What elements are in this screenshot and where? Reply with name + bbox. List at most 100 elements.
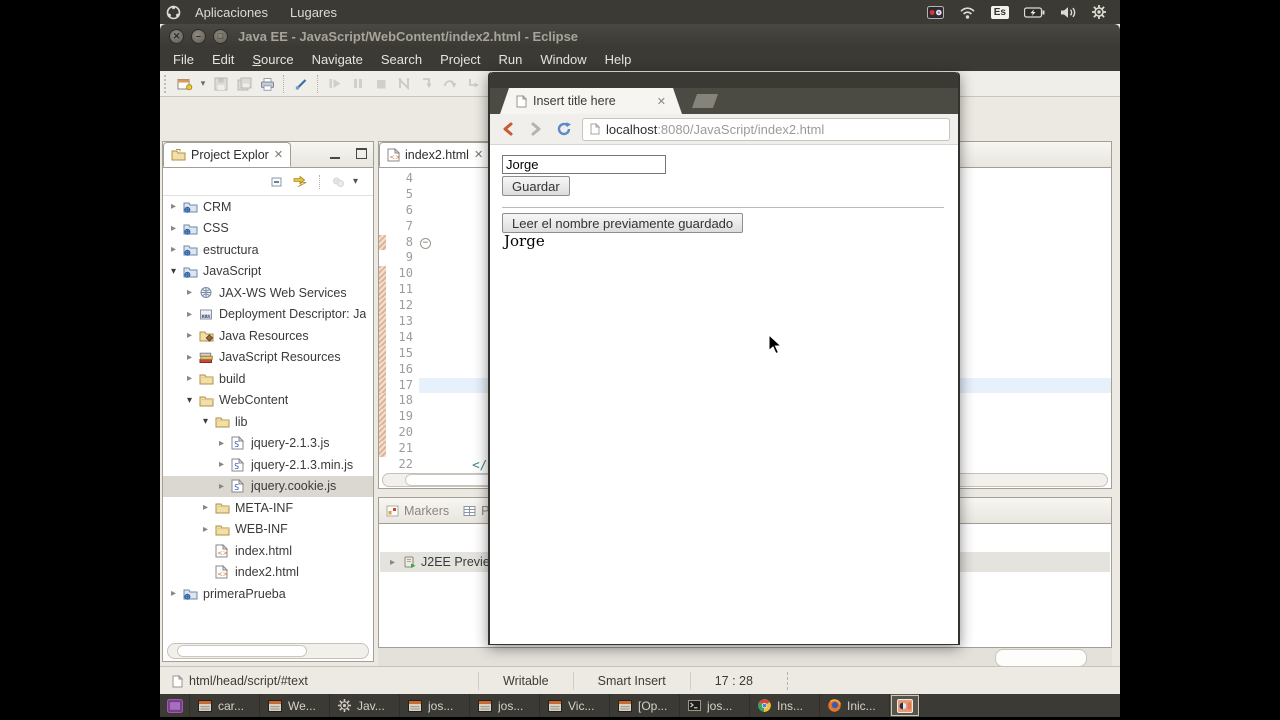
tree-item-java-resources[interactable]: ▸ Java Resources [163, 325, 373, 347]
tree-item-javascript[interactable]: ▾ JavaScript [163, 261, 373, 283]
taskbar-item-workspace[interactable] [160, 694, 190, 717]
taskbar-item-inic-[interactable]: Inic... [820, 694, 890, 717]
servers-hscrollbar-thumb[interactable] [995, 649, 1087, 667]
disconnect-button[interactable] [394, 74, 414, 94]
window-close-button[interactable]: ✕ [169, 28, 184, 44]
taskbar-item-ins-[interactable]: Ins... [750, 694, 820, 717]
expand-arrow-icon[interactable]: ▸ [184, 287, 195, 298]
taskbar-item-we-[interactable]: We... [260, 694, 330, 717]
reload-button[interactable] [554, 119, 574, 139]
tree-item-javascript-resources[interactable]: ▸ JavaScript Resources [163, 347, 373, 369]
forward-button[interactable] [526, 119, 546, 139]
taskbar-item-jos-[interactable]: jos... [470, 694, 540, 717]
tree-item-index2-html[interactable]: <> index2.html [163, 562, 373, 584]
menu-lugares[interactable]: Lugares [282, 3, 345, 22]
toolbar-drag-handle[interactable] [164, 74, 170, 93]
taskbar-item--op-[interactable]: [Op... [610, 694, 680, 717]
tree-item-meta-inf[interactable]: ▸ META-INF [163, 497, 373, 519]
menu-navigate[interactable]: Navigate [303, 50, 372, 69]
menu-project[interactable]: Project [431, 50, 489, 69]
menu-file[interactable]: File [164, 50, 203, 69]
close-tab-icon[interactable]: ✕ [274, 148, 283, 161]
taskbar-item-jos-[interactable]: jos... [680, 694, 750, 717]
menu-help[interactable]: Help [596, 50, 641, 69]
expand-arrow-icon[interactable]: ▸ [200, 502, 211, 513]
step-over-button[interactable] [440, 74, 460, 94]
expand-arrow-icon[interactable]: ▸ [168, 244, 179, 255]
expand-arrow-icon[interactable]: ▸ [168, 588, 179, 599]
new-wizard-button[interactable] [175, 74, 195, 94]
taskbar-item-car-[interactable]: car... [190, 694, 260, 717]
browser-tab[interactable]: Insert title here ✕ [500, 88, 682, 114]
ubuntu-logo-icon[interactable] [166, 5, 181, 20]
tab-project-explorer[interactable]: Project Explor ✕ [163, 142, 292, 167]
minimize-view-button[interactable] [330, 149, 340, 159]
save-button[interactable] [211, 74, 231, 94]
tree-item-web-inf[interactable]: ▸ WEB-INF [163, 519, 373, 541]
expand-arrow-icon[interactable]: ▸ [168, 223, 179, 234]
collapse-all-button[interactable] [270, 175, 284, 188]
resume-button[interactable] [325, 74, 345, 94]
step-return-button[interactable] [463, 74, 483, 94]
tree-item-jquery-cookie-js[interactable]: ▸ Sjquery.cookie.js [163, 475, 373, 497]
tree-item-lib[interactable]: ▾ lib [163, 411, 373, 433]
tree-item-primeraprueba[interactable]: ▸ primeraPrueba [163, 583, 373, 605]
view-filter-icon[interactable] [332, 176, 345, 188]
collapse-arrow-icon[interactable]: ▾ [184, 395, 195, 406]
tree-item-jax-ws-web-services[interactable]: ▸ JAX-WS Web Services [163, 282, 373, 304]
expand-arrow-icon[interactable]: ▸ [184, 352, 195, 363]
project-explorer-hscrollbar[interactable] [167, 643, 369, 659]
close-tab-icon[interactable]: ✕ [474, 148, 483, 161]
name-input[interactable]: Jorge [502, 155, 666, 174]
maximize-view-button[interactable] [356, 148, 367, 159]
link-with-editor-button[interactable] [292, 175, 308, 188]
tree-item-estructura[interactable]: ▸ estructura [163, 239, 373, 261]
tree-item-jquery-2-1-3-min-js[interactable]: ▸ Sjquery-2.1.3.min.js [163, 454, 373, 476]
menu-edit[interactable]: Edit [203, 50, 243, 69]
taskbar-item-jos-[interactable]: jos... [400, 694, 470, 717]
battery-icon[interactable] [1024, 6, 1045, 18]
window-minimize-button[interactable]: – [191, 28, 206, 44]
expand-arrow-icon[interactable]: ▸ [184, 309, 195, 320]
expand-arrow-icon[interactable]: ▸ [200, 524, 211, 535]
leer-button[interactable]: Leer el nombre previamente guardado [502, 213, 744, 233]
expand-arrow-icon[interactable]: ▸ [216, 481, 227, 492]
tree-item-build[interactable]: ▸ build [163, 368, 373, 390]
volume-icon[interactable] [1060, 6, 1077, 19]
save-all-button[interactable] [234, 74, 254, 94]
back-button[interactable] [498, 119, 518, 139]
fold-collapse-icon[interactable]: − [419, 235, 433, 251]
expand-arrow-icon[interactable]: ▸ [387, 557, 398, 568]
print-button[interactable] [257, 74, 277, 94]
menu-search[interactable]: Search [372, 50, 431, 69]
tree-item-css[interactable]: ▸ CSS [163, 218, 373, 240]
terminate-button[interactable] [371, 74, 391, 94]
skip-all-breakpoints-button[interactable] [291, 74, 311, 94]
expand-arrow-icon[interactable]: ▸ [216, 459, 227, 470]
collapse-arrow-icon[interactable]: ▾ [200, 416, 211, 427]
new-wizard-dropdown[interactable]: ▾ [198, 74, 208, 94]
tab-index2-html[interactable]: <> index2.html ✕ [379, 142, 492, 167]
taskbar-item-vic-[interactable]: Vic... [540, 694, 610, 717]
expand-arrow-icon[interactable]: ▸ [184, 330, 195, 341]
menu-aplicaciones[interactable]: Aplicaciones [187, 3, 276, 22]
close-tab-icon[interactable]: ✕ [657, 95, 666, 108]
tab-markers[interactable]: Markers [379, 498, 456, 523]
expand-arrow-icon[interactable]: ▸ [168, 201, 179, 212]
keyboard-layout-indicator[interactable]: Es [990, 5, 1009, 19]
session-gear-icon[interactable] [1092, 5, 1106, 19]
menu-window[interactable]: Window [531, 50, 595, 69]
browser-window-top-edge[interactable] [490, 72, 958, 88]
expand-arrow-icon[interactable]: ▸ [216, 438, 227, 449]
new-tab-button[interactable] [692, 94, 718, 108]
step-into-button[interactable] [417, 74, 437, 94]
taskbar-item-recorder[interactable] [890, 694, 920, 717]
suspend-button[interactable] [348, 74, 368, 94]
tree-item-index-html[interactable]: <> index.html [163, 540, 373, 562]
tree-item-crm[interactable]: ▸ CRM [163, 196, 373, 218]
window-maximize-button[interactable]: □ [213, 28, 228, 44]
menu-source[interactable]: Source [243, 50, 302, 69]
screen-recorder-tray-icon[interactable] [926, 5, 944, 19]
url-bar[interactable]: localhost:8080/JavaScript/index2.html [582, 117, 950, 141]
tree-item-webcontent[interactable]: ▾ WebContent [163, 390, 373, 412]
